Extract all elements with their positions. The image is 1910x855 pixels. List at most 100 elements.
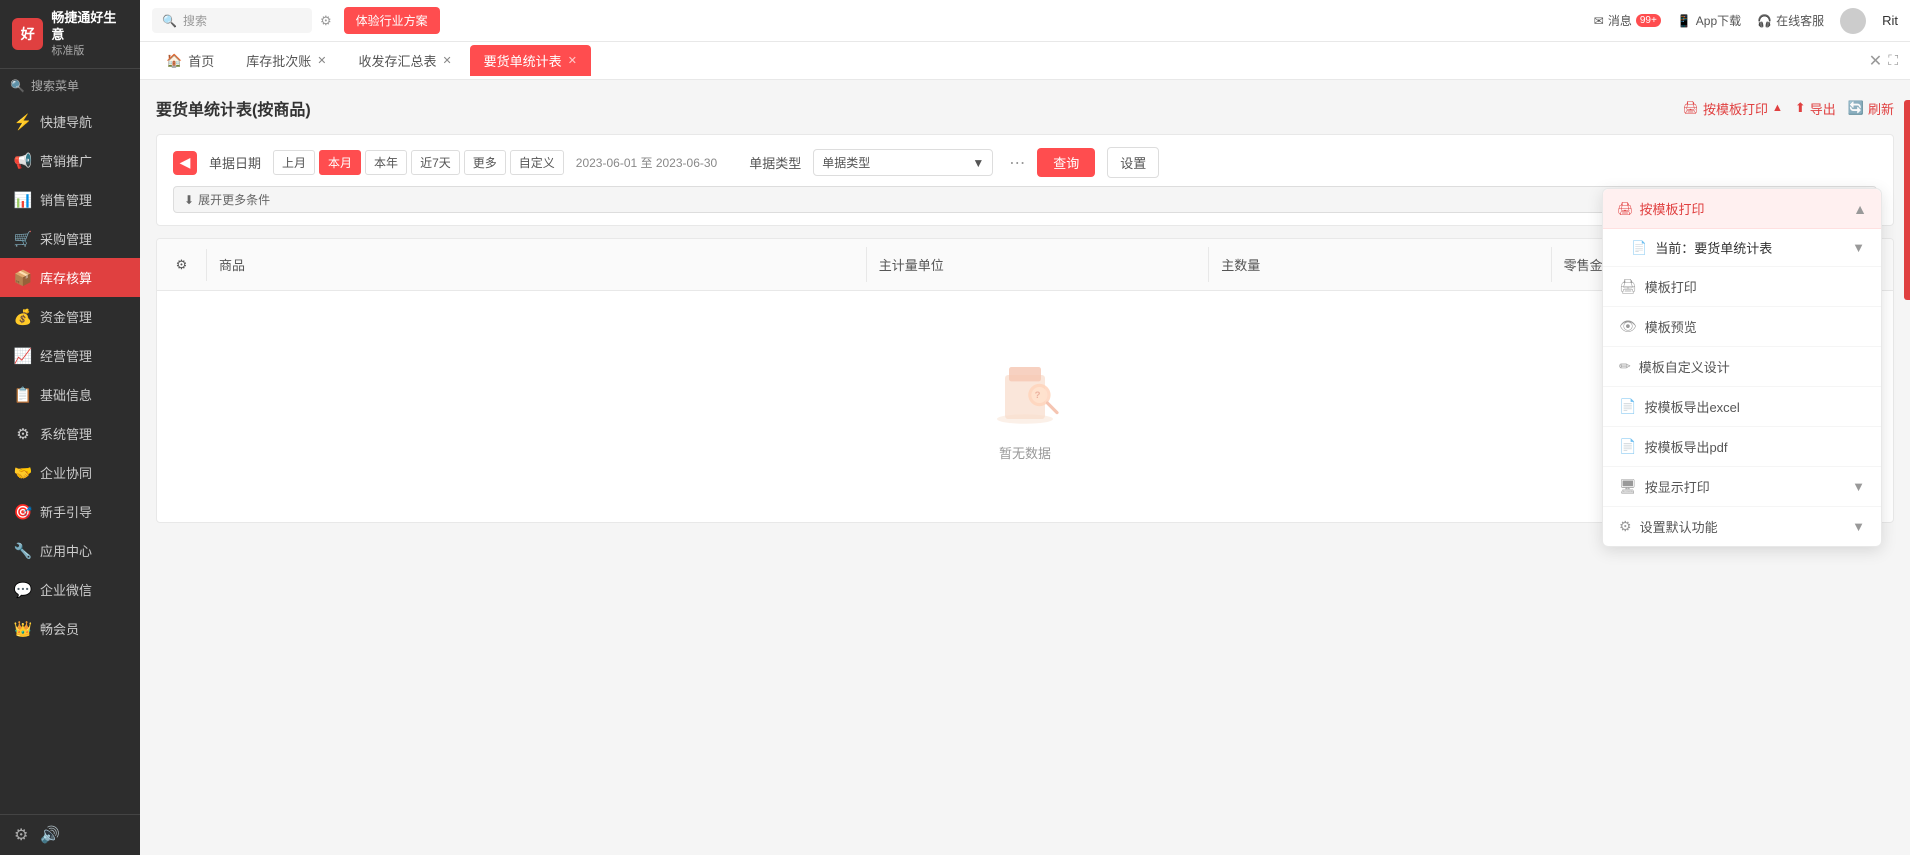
default-func-arrow: ▼ (1852, 519, 1865, 534)
message-btn[interactable]: ✉ 消息 99+ (1594, 12, 1661, 29)
date-btn-custom[interactable]: 自定义 (510, 150, 564, 175)
empty-illustration: ? (985, 351, 1065, 431)
th-settings[interactable]: ⚙ (157, 249, 207, 281)
sidebar-item-purchase[interactable]: 🛒 采购管理 (0, 219, 140, 258)
audio-footer-icon[interactable]: 🔊 (40, 825, 60, 845)
refresh-btn[interactable]: 🔄 刷新 (1848, 99, 1894, 118)
content-area: 要货单统计表(按商品) 🖨 按模板打印 ▲ ⬆ 导出 🔄 刷新 (140, 80, 1910, 855)
template-excel-label: 按模板导出excel (1644, 397, 1739, 416)
search-menu-label: 搜索菜单 (31, 77, 79, 94)
date-btn-this-month[interactable]: 本月 (319, 150, 361, 175)
tab-receipt-label: 收发存汇总表 (358, 51, 436, 70)
sidebar-item-finance[interactable]: 💰 资金管理 (0, 297, 140, 336)
date-btn-last-month[interactable]: 上月 (273, 150, 315, 175)
tabs-bar: 🏠 首页 库存批次账 ✕ 收发存汇总表 ✕ 要货单统计表 ✕ ✕ ⛶ (140, 42, 1910, 80)
display-print-arrow: ▼ (1852, 479, 1865, 494)
tab-receipt-close-icon[interactable]: ✕ (442, 54, 451, 67)
app-download-btn[interactable]: 📱 App下载 (1677, 12, 1741, 29)
settings-filter-btn[interactable]: 设置 (1107, 147, 1159, 178)
online-service-btn[interactable]: 🎧 在线客服 (1757, 12, 1824, 29)
template-print-label: 模板打印 (1645, 277, 1697, 296)
wecom-icon: 💬 (14, 581, 32, 599)
sidebar-item-wecom[interactable]: 💬 企业微信 (0, 570, 140, 609)
sidebar-item-member[interactable]: 👑 畅会员 (0, 609, 140, 648)
system-icon: ⚙ (14, 425, 32, 443)
print-template-btn[interactable]: 🖨 按模板打印 ▲ (1682, 99, 1782, 118)
dropdown-item-template-pdf[interactable]: 📄 按模板导出pdf (1603, 427, 1881, 467)
settings-footer-icon[interactable]: ⚙ (14, 825, 28, 845)
topbar-settings-icon[interactable]: ⚙ (320, 13, 332, 29)
query-btn[interactable]: 查询 (1037, 148, 1095, 177)
dropdown-collapse-btn[interactable]: ▲ (1853, 201, 1867, 217)
tab-batch-close-icon[interactable]: ✕ (317, 54, 326, 67)
sidebar-item-inventory[interactable]: 📦 库存核算 (0, 258, 140, 297)
sidebar-label-operation: 经营管理 (40, 346, 92, 365)
select-chevron-icon: ▼ (972, 156, 984, 170)
tab-home-label: 首页 (188, 51, 214, 70)
more-options-icon[interactable]: ⋯ (1009, 153, 1025, 173)
th-qty: 主数量 (1209, 247, 1551, 282)
dropdown-print-icon: 🖨 (1617, 201, 1634, 217)
tab-receipt-summary[interactable]: 收发存汇总表 ✕ (344, 45, 465, 76)
sidebar-item-guide[interactable]: 🎯 新手引导 (0, 492, 140, 531)
tab-batch-account[interactable]: 库存批次账 ✕ (232, 45, 340, 76)
headset-icon: 🎧 (1757, 14, 1772, 28)
sidebar-item-collab[interactable]: 🤝 企业协同 (0, 453, 140, 492)
dropdown-current-template[interactable]: 📄 当前：要货单统计表 ▼ (1603, 229, 1881, 267)
template-print-icon: 🖨 (1619, 278, 1637, 295)
export-btn[interactable]: ⬆ 导出 (1795, 99, 1836, 118)
industry-btn[interactable]: 体验行业方案 (344, 7, 440, 34)
sidebar-footer: ⚙ 🔊 (0, 814, 140, 855)
topbar: 🔍 搜索 ⚙ 体验行业方案 ✉ 消息 99+ 📱 App下载 🎧 在线客服 Ri… (140, 0, 1910, 42)
empty-text: 暂无数据 (999, 443, 1051, 462)
message-badge: 99+ (1636, 14, 1661, 27)
search-menu-btn[interactable]: 🔍 搜索菜单 (0, 69, 140, 102)
sidebar-item-basic[interactable]: 📋 基础信息 (0, 375, 140, 414)
filter-row-1: ◀ 单据日期 上月 本月 本年 近7天 更多 自定义 2023-06-01 至 … (173, 147, 1877, 178)
date-group: 上月 本月 本年 近7天 更多 自定义 (273, 150, 564, 175)
tab-requisition-summary[interactable]: 要货单统计表 ✕ (470, 45, 591, 76)
purchase-icon: 🛒 (14, 230, 32, 248)
resize-handle[interactable] (1904, 100, 1910, 300)
sidebar-item-system[interactable]: ⚙ 系统管理 (0, 414, 140, 453)
dropdown-title-label: 按模板打印 (1640, 199, 1705, 218)
sidebar-item-operation[interactable]: 📈 经营管理 (0, 336, 140, 375)
template-preview-icon: 👁 (1619, 318, 1637, 335)
dropdown-item-template-design[interactable]: ✏ 模板自定义设计 (1603, 347, 1881, 387)
date-btn-this-year[interactable]: 本年 (365, 150, 407, 175)
sidebar-nav: ⚡ 快捷导航 📢 营销推广 📊 销售管理 🛒 采购管理 📦 库存核算 💰 资金管… (0, 102, 140, 814)
main-area: 🔍 搜索 ⚙ 体验行业方案 ✉ 消息 99+ 📱 App下载 🎧 在线客服 Ri… (140, 0, 1910, 855)
dropdown-item-display-print[interactable]: 🖥 按显示打印 ▼ (1603, 467, 1881, 507)
page-title: 要货单统计表(按商品) (156, 96, 311, 120)
date-btn-more[interactable]: 更多 (464, 150, 506, 175)
sidebar: 好 畅捷通好生意 标准版 🔍 搜索菜单 ⚡ 快捷导航 📢 营销推广 📊 销售管理… (0, 0, 140, 855)
finance-icon: 💰 (14, 308, 32, 326)
date-btn-7days[interactable]: 近7天 (411, 150, 460, 175)
doc-type-select[interactable]: 单据类型 ▼ (813, 149, 993, 176)
topbar-right: ✉ 消息 99+ 📱 App下载 🎧 在线客服 Rit (1594, 8, 1898, 34)
dropdown-item-template-print[interactable]: 🖨 模板打印 (1603, 267, 1881, 307)
dropdown-item-default-func[interactable]: ⚙ 设置默认功能 ▼ (1603, 507, 1881, 546)
topbar-search-placeholder: 搜索 (183, 12, 207, 29)
message-icon: ✉ (1594, 14, 1604, 28)
sidebar-item-marketing[interactable]: 📢 营销推广 (0, 141, 140, 180)
user-avatar[interactable] (1840, 8, 1866, 34)
dropdown-item-template-excel[interactable]: 📄 按模板导出excel (1603, 387, 1881, 427)
default-func-label: 设置默认功能 (1640, 517, 1718, 536)
dropdown-item-template-preview[interactable]: 👁 模板预览 (1603, 307, 1881, 347)
sidebar-item-sales[interactable]: 📊 销售管理 (0, 180, 140, 219)
topbar-search-box[interactable]: 🔍 搜索 (152, 8, 312, 33)
sidebar-item-quick-nav[interactable]: ⚡ 快捷导航 (0, 102, 140, 141)
current-template-arrow: ▼ (1852, 240, 1865, 255)
tab-maximize-btn[interactable]: ⛶ (1888, 52, 1898, 69)
online-service-label: 在线客服 (1776, 12, 1824, 29)
filter-collapse-btn[interactable]: ◀ (173, 151, 197, 175)
refresh-label: 刷新 (1868, 99, 1894, 118)
sidebar-label-basic: 基础信息 (40, 385, 92, 404)
tab-home[interactable]: 🏠 首页 (152, 45, 228, 76)
sidebar-item-appstore[interactable]: 🔧 应用中心 (0, 531, 140, 570)
tab-requisition-close-icon[interactable]: ✕ (568, 54, 577, 67)
home-icon: 🏠 (166, 53, 182, 69)
doc-type-label: 单据类型 (749, 153, 801, 172)
tab-close-all-btn[interactable]: ✕ (1869, 51, 1882, 71)
